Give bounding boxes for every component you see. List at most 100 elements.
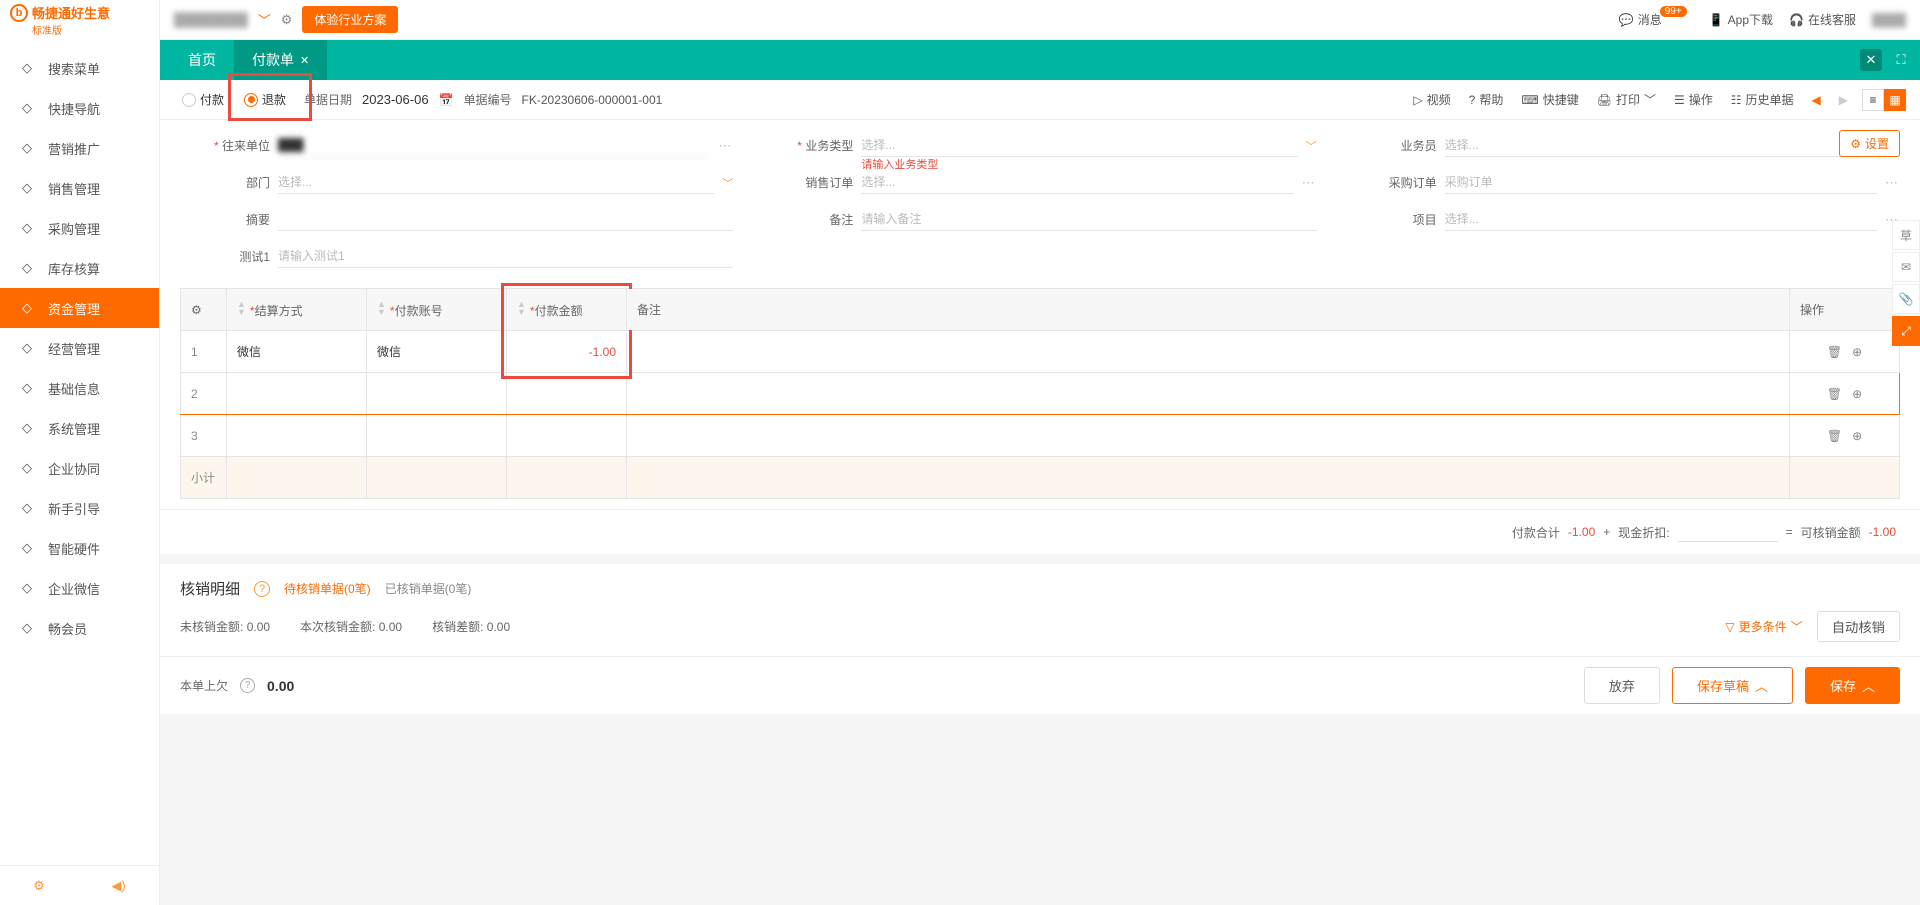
- writeoff-tab-done[interactable]: 已核销单据(0笔): [385, 580, 472, 597]
- rail-inbox[interactable]: ✉: [1892, 252, 1920, 282]
- cell-account[interactable]: [367, 373, 507, 415]
- partner-input[interactable]: [278, 134, 710, 157]
- salesman-input[interactable]: [1445, 134, 1877, 157]
- cell-settle[interactable]: [227, 373, 367, 415]
- project-input[interactable]: [1445, 208, 1877, 231]
- row-number: 1: [181, 331, 227, 373]
- sidebar-item-cart[interactable]: ◇采购管理: [0, 208, 159, 248]
- cell-remark[interactable]: [627, 415, 1790, 457]
- view-form[interactable]: ▦: [1884, 89, 1906, 111]
- form-settings-button[interactable]: ⚙设置: [1839, 130, 1900, 157]
- save-button[interactable]: 保存︿: [1805, 667, 1900, 704]
- dept-input[interactable]: [278, 171, 714, 194]
- topbar: ████████ ﹀ ⚙ 体验行业方案 💬消息99+ 📱App下载 🎧在线客服 …: [160, 0, 1920, 40]
- tab-close-all[interactable]: ✕: [1860, 49, 1882, 71]
- help-icon[interactable]: ?: [254, 581, 270, 597]
- col-settle[interactable]: ▲▼*结算方式: [227, 289, 367, 331]
- cell-settle[interactable]: [227, 415, 367, 457]
- test1-input[interactable]: [278, 245, 733, 268]
- fullscreen-icon[interactable]: ⛶: [1890, 49, 1912, 71]
- settings-icon[interactable]: ⚙: [33, 878, 45, 894]
- sidebar-item-search[interactable]: ◇搜索菜单: [0, 48, 159, 88]
- cell-settle[interactable]: 微信: [227, 331, 367, 373]
- prev-record-arrow[interactable]: ◀: [1808, 93, 1825, 107]
- table-row[interactable]: 2🗑⊕: [181, 373, 1900, 415]
- org-settings-icon[interactable]: ⚙: [281, 12, 293, 28]
- sidebar-item-megaphone[interactable]: ◇营销推广: [0, 128, 159, 168]
- cell-amount[interactable]: [507, 415, 627, 457]
- customer-service-link[interactable]: 🎧在线客服: [1789, 11, 1856, 28]
- col-amount[interactable]: ▲▼*付款金额: [507, 289, 627, 331]
- sidebar-item-money[interactable]: ◇资金管理: [0, 288, 159, 328]
- help-button[interactable]: ?帮助: [1465, 91, 1508, 108]
- next-record-arrow[interactable]: ▶: [1835, 93, 1852, 107]
- more-icon[interactable]: ⋯: [1885, 175, 1900, 191]
- collapse-icon[interactable]: ◀): [111, 878, 125, 894]
- shortcut-button[interactable]: ⌨快捷键: [1517, 91, 1582, 108]
- print-button[interactable]: 🖨打印﹀: [1593, 91, 1660, 108]
- tab-home[interactable]: 首页: [170, 40, 234, 80]
- save-draft-button[interactable]: 保存草稿︿: [1672, 667, 1793, 704]
- sidebar-item-member[interactable]: ◇畅会员: [0, 608, 159, 648]
- summary-input[interactable]: [278, 208, 733, 231]
- delete-row-icon[interactable]: 🗑: [1827, 429, 1842, 443]
- video-button[interactable]: ▷视频: [1409, 91, 1454, 108]
- rail-draft[interactable]: 草: [1892, 220, 1920, 250]
- delete-row-icon[interactable]: 🗑: [1827, 345, 1842, 359]
- org-dropdown-caret[interactable]: ﹀: [258, 10, 271, 29]
- writeoff-tab-pending[interactable]: 待核销单据(0笔): [284, 580, 371, 597]
- more-icon[interactable]: ⋯: [718, 138, 733, 154]
- discard-button[interactable]: 放弃: [1584, 667, 1660, 704]
- more-icon[interactable]: ⋯: [1302, 175, 1317, 191]
- chevron-down-icon[interactable]: ﹀: [722, 175, 733, 191]
- tab-close-icon[interactable]: ✕: [300, 54, 309, 67]
- auto-writeoff-button[interactable]: 自动核销: [1817, 611, 1900, 642]
- more-conditions-link[interactable]: ▽更多条件﹀: [1725, 618, 1802, 635]
- sidebar-item-wechat[interactable]: ◇企业微信: [0, 568, 159, 608]
- calendar-icon[interactable]: 📅: [439, 93, 454, 107]
- sidebar-item-report[interactable]: ◇经营管理: [0, 328, 159, 368]
- col-account[interactable]: ▲▼*付款账号: [367, 289, 507, 331]
- chevron-down-icon[interactable]: ﹀: [1306, 138, 1317, 154]
- discount-input[interactable]: [1678, 522, 1778, 542]
- help-icon[interactable]: ?: [240, 678, 255, 693]
- history-button[interactable]: ☷历史单据: [1727, 91, 1798, 108]
- sidebar-item-tag[interactable]: ◇销售管理: [0, 168, 159, 208]
- cell-remark[interactable]: [627, 331, 1790, 373]
- add-row-icon[interactable]: ⊕: [1852, 345, 1862, 359]
- col-remark[interactable]: 备注: [627, 289, 1790, 331]
- operate-button[interactable]: ☰操作: [1670, 91, 1717, 108]
- radio-payment[interactable]: 付款: [174, 87, 232, 112]
- cell-account[interactable]: 微信: [367, 331, 507, 373]
- delete-row-icon[interactable]: 🗑: [1827, 387, 1842, 401]
- rail-attach[interactable]: 📎: [1892, 284, 1920, 314]
- experience-plan-button[interactable]: 体验行业方案: [302, 6, 398, 33]
- app-download-link[interactable]: 📱App下载: [1709, 11, 1773, 28]
- date-value[interactable]: 2023-06-06: [362, 92, 429, 107]
- sidebar-item-system[interactable]: ◇系统管理: [0, 408, 159, 448]
- sidebar-item-collab[interactable]: ◇企业协同: [0, 448, 159, 488]
- col-config[interactable]: ⚙: [181, 289, 227, 331]
- rail-expand[interactable]: ⤢: [1892, 316, 1920, 346]
- tab-payment-order[interactable]: 付款单✕: [234, 40, 327, 80]
- sidebar-item-guide[interactable]: ◇新手引导: [0, 488, 159, 528]
- sidebar-item-hardware[interactable]: ◇智能硬件: [0, 528, 159, 568]
- sidebar-item-warehouse[interactable]: ◇库存核算: [0, 248, 159, 288]
- biztype-input[interactable]: [861, 134, 1297, 157]
- sidebar-item-home[interactable]: ◇快捷导航: [0, 88, 159, 128]
- table-row[interactable]: 3🗑⊕: [181, 415, 1900, 457]
- messages-link[interactable]: 💬消息99+: [1619, 11, 1693, 28]
- add-row-icon[interactable]: ⊕: [1852, 429, 1862, 443]
- table-row[interactable]: 1微信微信-1.00🗑⊕: [181, 331, 1900, 373]
- purchaseorder-input[interactable]: [1445, 171, 1877, 194]
- add-row-icon[interactable]: ⊕: [1852, 387, 1862, 401]
- view-list[interactable]: ≡: [1862, 89, 1884, 111]
- salesorder-input[interactable]: [861, 171, 1293, 194]
- cell-account[interactable]: [367, 415, 507, 457]
- cell-amount[interactable]: -1.00: [507, 331, 627, 373]
- remark-input[interactable]: [861, 208, 1316, 231]
- cell-remark[interactable]: [627, 373, 1790, 415]
- radio-refund[interactable]: 退款: [236, 87, 294, 112]
- sidebar-item-database[interactable]: ◇基础信息: [0, 368, 159, 408]
- cell-amount[interactable]: [507, 373, 627, 415]
